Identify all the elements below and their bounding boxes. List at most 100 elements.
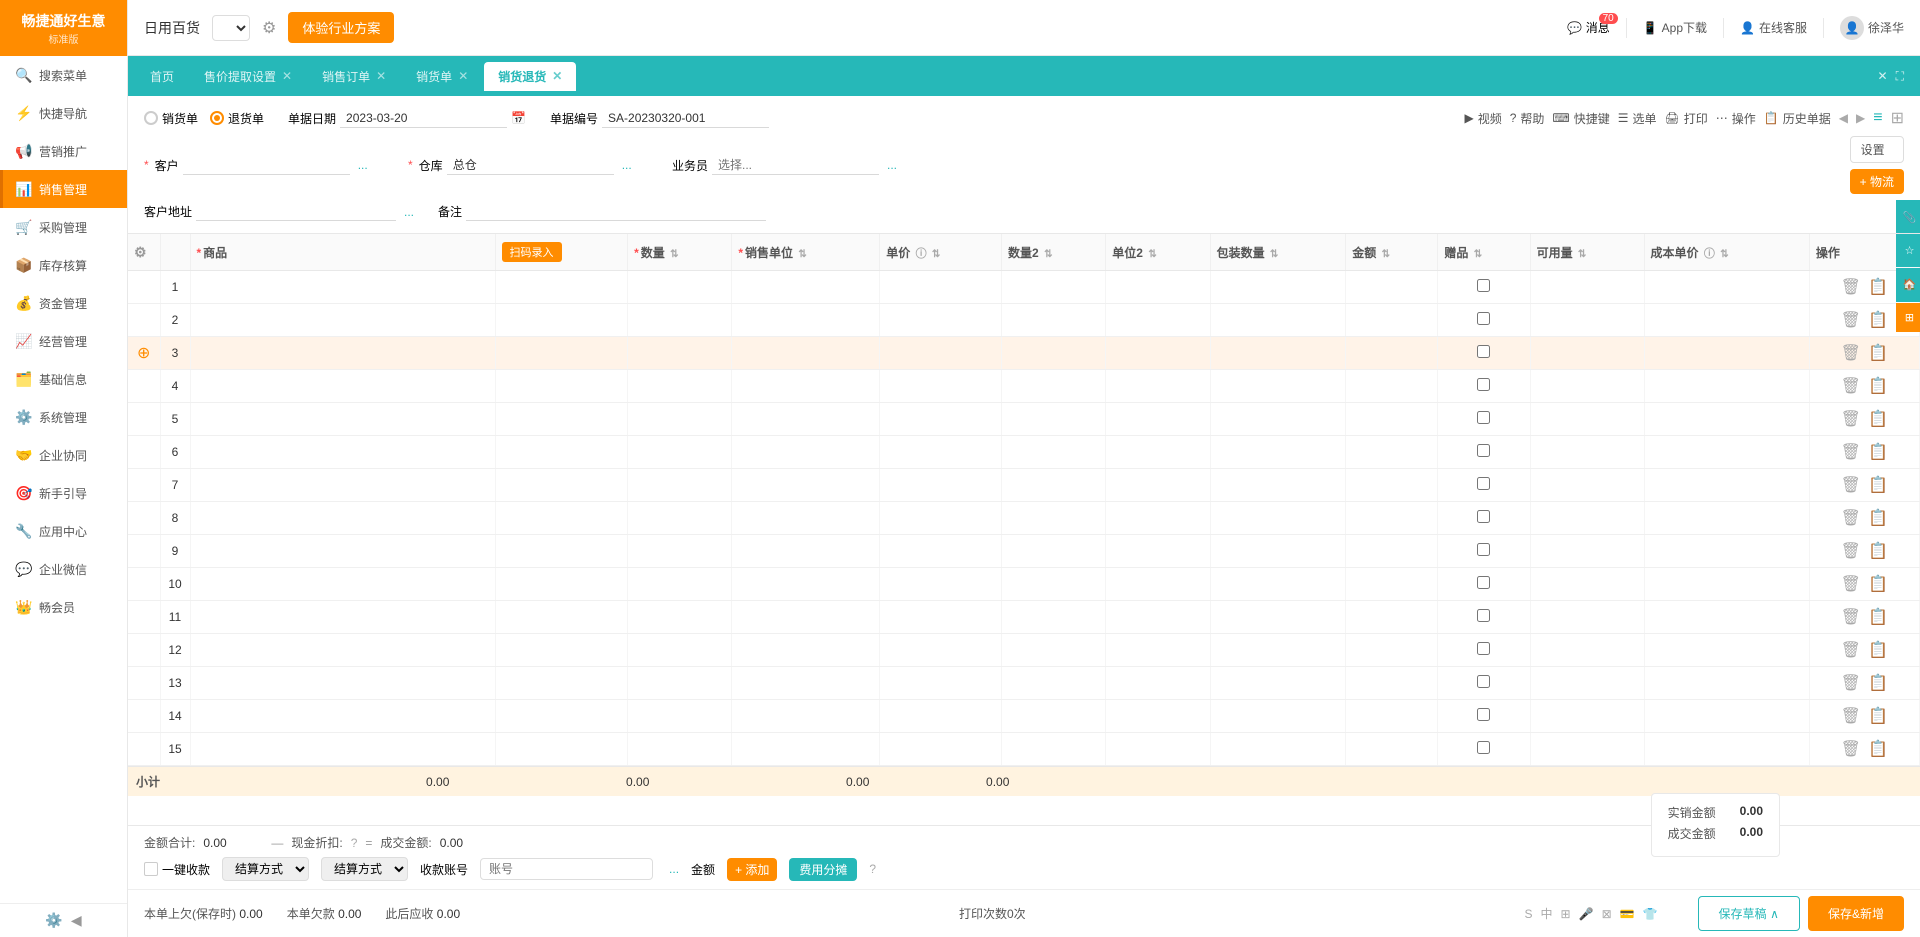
qty-cell[interactable] (628, 370, 732, 403)
gift-cell[interactable] (1438, 733, 1530, 766)
sales-unit-cell[interactable] (732, 304, 880, 337)
sort-icon[interactable]: ⇅ (1044, 249, 1052, 260)
copy-row-btn[interactable]: 📋 (1868, 312, 1888, 329)
delete-row-btn[interactable]: 🗑 (1841, 576, 1861, 593)
amount-cell[interactable] (1346, 601, 1438, 634)
cost-price-cell[interactable] (1644, 403, 1809, 436)
available-cell[interactable] (1530, 271, 1644, 304)
salesperson-input[interactable] (712, 156, 879, 175)
sales-unit-cell[interactable] (732, 601, 880, 634)
pkg-qty-cell[interactable] (1210, 337, 1346, 370)
topbar-gear-icon[interactable]: ⚙ (262, 18, 276, 38)
qty2-cell[interactable] (1002, 502, 1106, 535)
amount-cell[interactable] (1346, 733, 1438, 766)
gift-cell[interactable] (1438, 502, 1530, 535)
radio-return[interactable]: 退货单 (210, 110, 264, 127)
trial-btn[interactable]: 体验行业方案 (288, 12, 394, 43)
tab-price-extract[interactable]: 售价提取设置 ✕ (190, 62, 306, 91)
unit-price-cell[interactable] (880, 601, 1002, 634)
cost-price-cell[interactable] (1644, 568, 1809, 601)
unit2-cell[interactable] (1106, 304, 1210, 337)
available-cell[interactable] (1530, 469, 1644, 502)
cost-price-cell[interactable] (1644, 271, 1809, 304)
pkg-qty-cell[interactable] (1210, 370, 1346, 403)
gift-checkbox[interactable] (1477, 444, 1490, 457)
product-cell[interactable] (190, 667, 495, 700)
account-input[interactable] (480, 858, 653, 880)
pkg-qty-cell[interactable] (1210, 304, 1346, 337)
sort-icon[interactable]: ⇅ (1382, 249, 1390, 260)
sales-unit-cell[interactable] (732, 733, 880, 766)
product-cell[interactable] (190, 733, 495, 766)
sort-icon[interactable]: ⇅ (1270, 249, 1278, 260)
gift-checkbox[interactable] (1477, 477, 1490, 490)
copy-row-btn[interactable]: 📋 (1868, 279, 1888, 296)
unit-price-cell[interactable] (880, 370, 1002, 403)
sidebar-item-sales[interactable]: 📊 销售管理 (0, 170, 127, 208)
close-icon[interactable]: ✕ (376, 69, 386, 83)
gift-cell[interactable] (1438, 370, 1530, 403)
product-cell[interactable] (190, 469, 495, 502)
amount-cell[interactable] (1346, 667, 1438, 700)
gift-checkbox[interactable] (1477, 312, 1490, 325)
gift-cell[interactable] (1438, 469, 1530, 502)
unit2-cell[interactable] (1106, 535, 1210, 568)
one-click-label[interactable]: 一键收款 (144, 861, 210, 878)
product-input[interactable] (197, 346, 489, 360)
unit-price-cell[interactable] (880, 271, 1002, 304)
calendar-icon[interactable]: 📅 (511, 111, 526, 125)
pkg-qty-cell[interactable] (1210, 403, 1346, 436)
qty-cell[interactable] (628, 634, 732, 667)
product-cell[interactable] (190, 700, 495, 733)
nav-prev-icon[interactable]: ◀ (1839, 111, 1848, 125)
sort-icon[interactable]: ⇅ (1578, 249, 1586, 260)
pkg-qty-cell[interactable] (1210, 700, 1346, 733)
customer-dots[interactable]: ... (358, 158, 368, 172)
select-bill-btn[interactable]: ☰ 选单 (1618, 110, 1657, 127)
copy-row-btn[interactable]: 📋 (1868, 708, 1888, 725)
pkg-qty-cell[interactable] (1210, 667, 1346, 700)
available-cell[interactable] (1530, 667, 1644, 700)
qty-cell[interactable] (628, 568, 732, 601)
available-cell[interactable] (1530, 304, 1644, 337)
delete-row-btn[interactable]: 🗑 (1841, 543, 1861, 560)
sidebar-item-inventory[interactable]: 📦 库存核算 (0, 246, 127, 284)
gift-checkbox[interactable] (1477, 675, 1490, 688)
qty2-cell[interactable] (1002, 667, 1106, 700)
unit2-cell[interactable] (1106, 436, 1210, 469)
one-click-checkbox[interactable] (144, 862, 158, 876)
available-cell[interactable] (1530, 535, 1644, 568)
discount-help-icon[interactable]: ? (351, 836, 358, 850)
settings-btn[interactable]: 设置 (1850, 136, 1904, 163)
customer-input[interactable] (183, 156, 350, 175)
qty2-cell[interactable] (1002, 733, 1106, 766)
fee-help-icon[interactable]: ? (869, 862, 876, 876)
gift-cell[interactable] (1438, 601, 1530, 634)
address-input[interactable] (196, 202, 396, 221)
close-icon[interactable]: ✕ (458, 69, 468, 83)
nav-next-icon[interactable]: ▶ (1856, 111, 1865, 125)
gift-checkbox[interactable] (1477, 543, 1490, 556)
info-icon[interactable]: ⓘ (1704, 248, 1715, 260)
save-new-btn[interactable]: 保存&新增 (1808, 896, 1904, 931)
delete-row-btn[interactable]: 🗑 (1841, 345, 1861, 362)
unit-price-cell[interactable] (880, 568, 1002, 601)
sidebar-item-member[interactable]: 👑 畅会员 (0, 588, 127, 626)
delete-row-btn[interactable]: 🗑 (1841, 741, 1861, 758)
available-cell[interactable] (1530, 634, 1644, 667)
account-dots[interactable]: ... (669, 862, 679, 876)
unit-price-cell[interactable] (880, 634, 1002, 667)
cost-price-cell[interactable] (1644, 304, 1809, 337)
cost-price-cell[interactable] (1644, 370, 1809, 403)
delete-row-btn[interactable]: 🗑 (1841, 642, 1861, 659)
product-cell[interactable] (190, 568, 495, 601)
unit2-cell[interactable] (1106, 634, 1210, 667)
sidebar-item-finance[interactable]: 💰 资金管理 (0, 284, 127, 322)
sales-unit-cell[interactable] (732, 535, 880, 568)
unit-price-cell[interactable] (880, 337, 1002, 370)
product-cell[interactable] (190, 403, 495, 436)
qty2-cell[interactable] (1002, 337, 1106, 370)
collapse-icon[interactable]: ◀ (71, 912, 82, 929)
gift-checkbox[interactable] (1477, 510, 1490, 523)
remark-input[interactable] (466, 202, 766, 221)
